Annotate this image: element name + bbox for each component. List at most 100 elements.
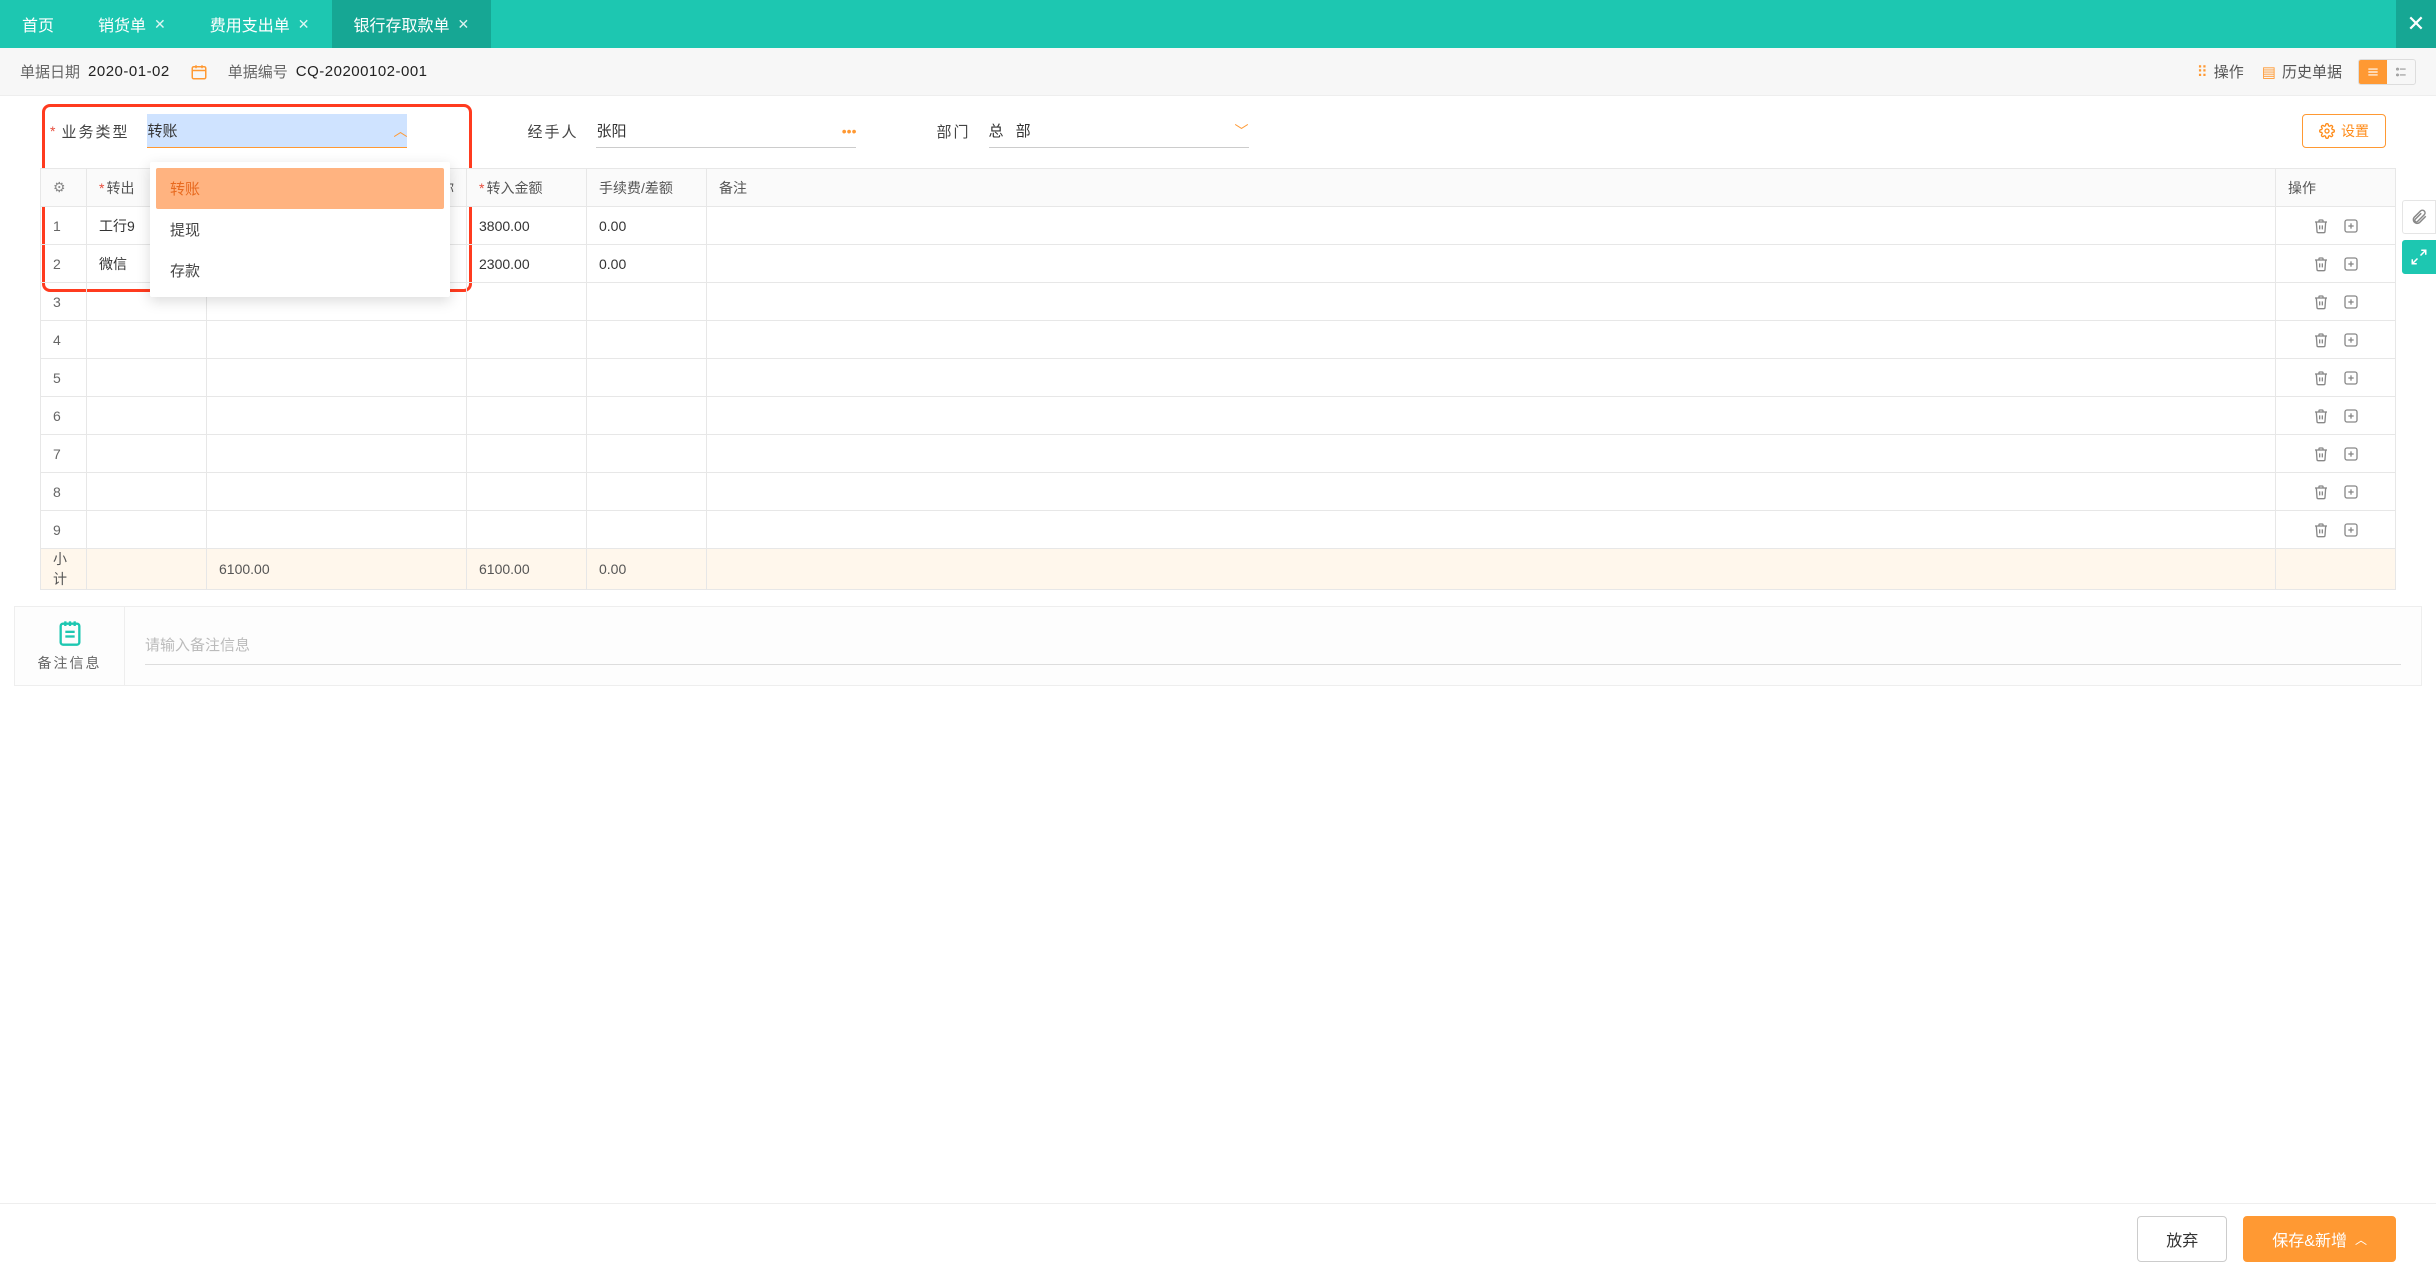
date-value[interactable]: 2020-01-02 (88, 63, 170, 80)
add-row-icon[interactable] (2343, 218, 2359, 234)
cell-fee[interactable] (587, 435, 707, 473)
cell-fee[interactable] (587, 321, 707, 359)
cell-out-account[interactable] (87, 511, 207, 549)
delete-row-icon[interactable] (2313, 522, 2329, 538)
business-type-input[interactable]: 转账 (147, 114, 407, 148)
attachment-pin[interactable] (2402, 200, 2436, 234)
cell-hidden[interactable] (207, 511, 467, 549)
delete-row-icon[interactable] (2313, 294, 2329, 310)
delete-row-icon[interactable] (2313, 446, 2329, 462)
chevron-down-icon[interactable]: ﹀ (1235, 121, 1249, 141)
actions-menu[interactable]: ⠿操作 (2197, 61, 2244, 82)
discard-button[interactable]: 放弃 (2137, 1216, 2227, 1262)
cell-in-amount[interactable]: 3800.00 (467, 207, 587, 245)
row-index: 8 (41, 473, 87, 511)
cell-in-amount[interactable] (467, 397, 587, 435)
cell-remark[interactable] (707, 283, 2276, 321)
view-form-icon[interactable] (2387, 60, 2415, 84)
cell-fee[interactable]: 0.00 (587, 207, 707, 245)
department-input[interactable]: 总 部 (989, 114, 1249, 148)
cell-fee[interactable] (587, 473, 707, 511)
add-row-icon[interactable] (2343, 446, 2359, 462)
business-type-dropdown: 转账 提现 存款 (150, 162, 450, 297)
cell-remark[interactable] (707, 321, 2276, 359)
add-row-icon[interactable] (2343, 408, 2359, 424)
cell-fee[interactable] (587, 359, 707, 397)
save-add-button[interactable]: 保存&新增︿ (2243, 1216, 2396, 1262)
cell-in-amount[interactable]: 2300.00 (467, 245, 587, 283)
notes-input[interactable] (145, 627, 2401, 665)
row-index: 9 (41, 511, 87, 549)
cell-op (2276, 245, 2396, 283)
close-icon[interactable]: ✕ (154, 16, 166, 33)
add-row-icon[interactable] (2343, 332, 2359, 348)
cell-remark[interactable] (707, 397, 2276, 435)
delete-row-icon[interactable] (2313, 218, 2329, 234)
close-icon[interactable]: ✕ (458, 16, 470, 33)
handler-input[interactable]: 张阳 (596, 114, 856, 148)
history-button[interactable]: ▤历史单据 (2262, 61, 2342, 82)
add-row-icon[interactable] (2343, 370, 2359, 386)
dropdown-option[interactable]: 转账 (156, 168, 444, 209)
cell-out-account[interactable] (87, 473, 207, 511)
actions-label: 操作 (2214, 61, 2244, 82)
dropdown-option[interactable]: 提现 (156, 209, 444, 250)
cell-hidden[interactable] (207, 397, 467, 435)
cell-out-account[interactable] (87, 321, 207, 359)
cell-in-amount[interactable] (467, 283, 587, 321)
cell-fee[interactable]: 0.00 (587, 245, 707, 283)
cell-remark[interactable] (707, 511, 2276, 549)
more-icon[interactable]: ••• (842, 123, 857, 139)
cell-remark[interactable] (707, 245, 2276, 283)
cell-in-amount[interactable] (467, 473, 587, 511)
cell-fee[interactable] (587, 511, 707, 549)
cell-in-amount[interactable] (467, 511, 587, 549)
view-list-icon[interactable] (2359, 60, 2387, 84)
tab-sales[interactable]: 销货单✕ (76, 0, 188, 48)
delete-row-icon[interactable] (2313, 256, 2329, 272)
cell-fee[interactable] (587, 397, 707, 435)
cell-in-amount[interactable] (467, 435, 587, 473)
add-row-icon[interactable] (2343, 294, 2359, 310)
table-row[interactable]: 7 (41, 435, 2396, 473)
column-remark: 备注 (707, 169, 2276, 207)
cell-remark[interactable] (707, 435, 2276, 473)
expand-pin[interactable] (2402, 240, 2436, 274)
column-gear[interactable]: ⚙ (41, 169, 87, 207)
close-icon[interactable]: ✕ (298, 16, 310, 33)
required-star: * (50, 123, 55, 139)
calendar-icon[interactable] (190, 63, 208, 81)
tab-bank-transfer[interactable]: 银行存取款单✕ (332, 0, 492, 48)
table-row[interactable]: 6 (41, 397, 2396, 435)
cell-hidden[interactable] (207, 321, 467, 359)
delete-row-icon[interactable] (2313, 332, 2329, 348)
tab-expense[interactable]: 费用支出单✕ (188, 0, 332, 48)
tab-home[interactable]: 首页 (0, 0, 76, 48)
delete-row-icon[interactable] (2313, 370, 2329, 386)
dropdown-option[interactable]: 存款 (156, 250, 444, 291)
delete-row-icon[interactable] (2313, 484, 2329, 500)
close-all-tabs[interactable]: ✕ (2396, 0, 2436, 48)
cell-hidden[interactable] (207, 435, 467, 473)
cell-out-account[interactable] (87, 397, 207, 435)
table-row[interactable]: 9 (41, 511, 2396, 549)
add-row-icon[interactable] (2343, 522, 2359, 538)
cell-out-account[interactable] (87, 359, 207, 397)
delete-row-icon[interactable] (2313, 408, 2329, 424)
table-row[interactable]: 4 (41, 321, 2396, 359)
cell-in-amount[interactable] (467, 359, 587, 397)
cell-remark[interactable] (707, 473, 2276, 511)
settings-button[interactable]: 设置 (2302, 114, 2386, 148)
cell-hidden[interactable] (207, 359, 467, 397)
cell-remark[interactable] (707, 207, 2276, 245)
add-row-icon[interactable] (2343, 256, 2359, 272)
table-row[interactable]: 5 (41, 359, 2396, 397)
add-row-icon[interactable] (2343, 484, 2359, 500)
cell-hidden[interactable] (207, 473, 467, 511)
table-row[interactable]: 8 (41, 473, 2396, 511)
cell-remark[interactable] (707, 359, 2276, 397)
cell-in-amount[interactable] (467, 321, 587, 359)
chevron-up-icon[interactable]: ︿ (393, 121, 407, 141)
cell-fee[interactable] (587, 283, 707, 321)
cell-out-account[interactable] (87, 435, 207, 473)
